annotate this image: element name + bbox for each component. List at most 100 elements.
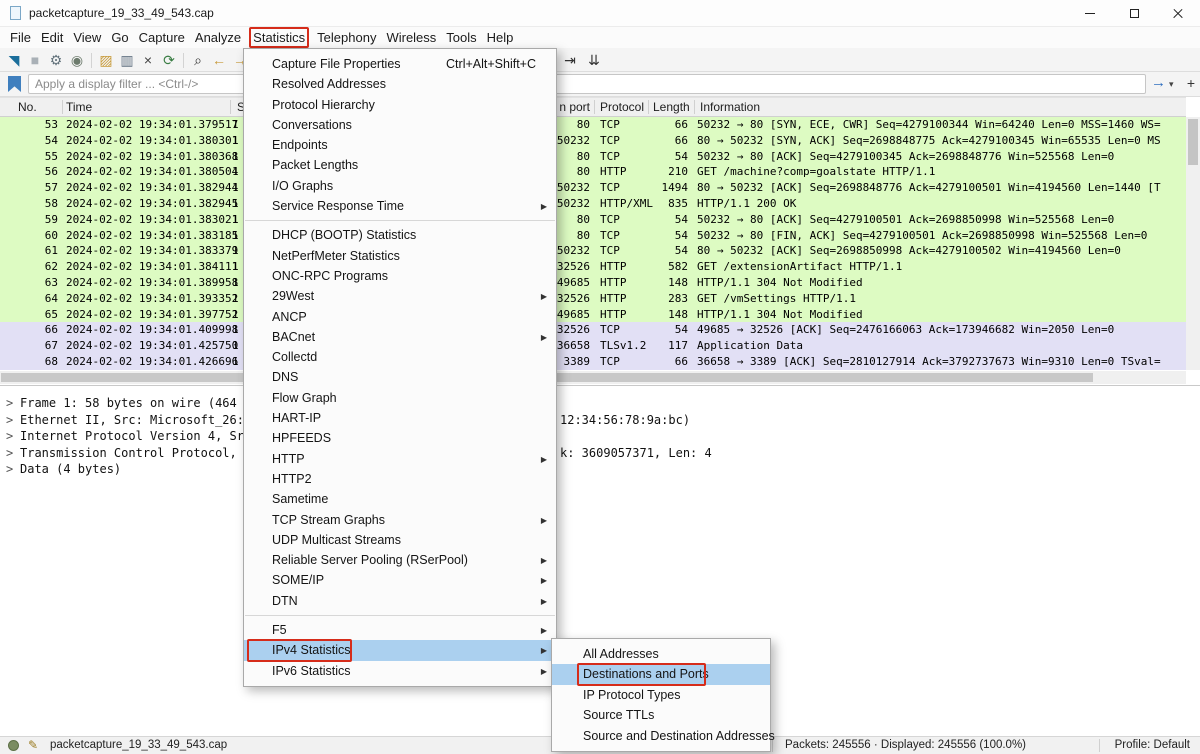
- display-filter-input[interactable]: [28, 74, 1146, 94]
- menubar-item-view[interactable]: View: [71, 29, 103, 46]
- save-capture-icon[interactable]: ▥: [117, 50, 137, 70]
- column-header-time[interactable]: Time: [66, 98, 92, 117]
- packet-row-63[interactable]: 632024-02-02 19:34:01.389958149685HTTP14…: [0, 275, 1186, 291]
- previous-packet-icon[interactable]: ←: [209, 50, 229, 70]
- packet-row-57[interactable]: 572024-02-02 19:34:01.382944150232TCP149…: [0, 180, 1186, 196]
- detail-line[interactable]: >Internet Protocol Version 4, Src:: [0, 428, 1200, 445]
- auto-scroll-icon[interactable]: ⇊: [584, 50, 604, 70]
- expand-icon[interactable]: >: [6, 461, 20, 478]
- menu-item-29west[interactable]: 29West▶: [244, 286, 556, 306]
- expand-icon[interactable]: >: [6, 445, 20, 462]
- menu-item-dtn[interactable]: DTN▶: [244, 591, 556, 611]
- menu-item-dns[interactable]: DNS: [244, 367, 556, 387]
- menubar-item-capture[interactable]: Capture: [137, 29, 187, 46]
- column-header-information[interactable]: Information: [700, 98, 760, 117]
- vertical-scrollbar[interactable]: [1186, 117, 1200, 370]
- menu-item-ipv4-statistics[interactable]: IPv4 Statistics▶: [244, 640, 556, 660]
- menu-item-udp-multicast-streams[interactable]: UDP Multicast Streams: [244, 530, 556, 550]
- menu-item-hpfeeds[interactable]: HPFEEDS: [244, 428, 556, 448]
- close-button[interactable]: [1156, 0, 1200, 27]
- vertical-scrollbar-thumb[interactable]: [1188, 119, 1198, 165]
- packet-row-61[interactable]: 612024-02-02 19:34:01.383379150232TCP548…: [0, 243, 1186, 259]
- menubar-item-statistics[interactable]: Statistics: [249, 27, 309, 48]
- filter-bookmark-icon[interactable]: [8, 76, 21, 92]
- menu-item-ip-protocol-types[interactable]: IP Protocol Types: [552, 685, 770, 705]
- menu-item-f5[interactable]: F5▶: [244, 620, 556, 640]
- packet-row-65[interactable]: 652024-02-02 19:34:01.397752149685HTTP14…: [0, 307, 1186, 323]
- menu-item-resolved-addresses[interactable]: Resolved Addresses: [244, 74, 556, 94]
- packet-row-55[interactable]: 552024-02-02 19:34:01.380368180TCP545023…: [0, 149, 1186, 165]
- capture-restart-icon[interactable]: ◉: [67, 50, 87, 70]
- menu-item-onc-rpc-programs[interactable]: ONC-RPC Programs: [244, 266, 556, 286]
- packet-row-60[interactable]: 602024-02-02 19:34:01.383185180TCP545023…: [0, 228, 1186, 244]
- menu-item-ancp[interactable]: ANCP: [244, 307, 556, 327]
- menu-item-tcp-stream-graphs[interactable]: TCP Stream Graphs▶: [244, 510, 556, 530]
- capture-start-icon[interactable]: ◥: [4, 50, 24, 70]
- menu-item-endpoints[interactable]: Endpoints: [244, 135, 556, 155]
- column-header-protocol[interactable]: Protocol: [600, 98, 644, 117]
- horizontal-scrollbar[interactable]: [0, 371, 1186, 384]
- packet-row-62[interactable]: 622024-02-02 19:34:01.384111132526HTTP58…: [0, 259, 1186, 275]
- open-capture-icon[interactable]: ▨: [96, 50, 116, 70]
- menu-item-reliable-server-pooling-rserpool[interactable]: Reliable Server Pooling (RSerPool)▶: [244, 550, 556, 570]
- packet-row-56[interactable]: 562024-02-02 19:34:01.380504180HTTP210GE…: [0, 164, 1186, 180]
- menu-item-protocol-hierarchy[interactable]: Protocol Hierarchy: [244, 95, 556, 115]
- menubar-item-go[interactable]: Go: [109, 29, 130, 46]
- menu-item-dhcp-bootp-statistics[interactable]: DHCP (BOOTP) Statistics: [244, 225, 556, 245]
- packet-row-67[interactable]: 672024-02-02 19:34:01.425750136658TLSv1.…: [0, 338, 1186, 354]
- menu-item-collectd[interactable]: Collectd: [244, 347, 556, 367]
- maximize-button[interactable]: [1112, 0, 1156, 27]
- detail-line[interactable]: >Data (4 bytes): [0, 461, 1200, 478]
- status-profile[interactable]: Profile: Default: [1115, 739, 1190, 751]
- packet-row-59[interactable]: 592024-02-02 19:34:01.383021180TCP545023…: [0, 212, 1186, 228]
- menu-item-http2[interactable]: HTTP2: [244, 469, 556, 489]
- menubar-item-file[interactable]: File: [8, 29, 33, 46]
- menubar-item-tools[interactable]: Tools: [444, 29, 478, 46]
- packet-row-58[interactable]: 582024-02-02 19:34:01.382945150232HTTP/X…: [0, 196, 1186, 212]
- menu-item-flow-graph[interactable]: Flow Graph: [244, 388, 556, 408]
- packet-row-68[interactable]: 682024-02-02 19:34:01.42669613389TCP6636…: [0, 354, 1186, 370]
- apply-filter-icon[interactable]: →: [1151, 74, 1166, 91]
- menubar-item-edit[interactable]: Edit: [39, 29, 65, 46]
- menu-item-source-ttls[interactable]: Source TTLs: [552, 705, 770, 725]
- packet-row-54[interactable]: 542024-02-02 19:34:01.380301150232TCP668…: [0, 133, 1186, 149]
- detail-line[interactable]: >Frame 1: 58 bytes on wire (464 bi: [0, 395, 1200, 412]
- menu-item-service-response-time[interactable]: Service Response Time▶: [244, 196, 556, 216]
- capture-options-icon[interactable]: ⚙: [46, 50, 66, 70]
- expand-icon[interactable]: >: [6, 412, 20, 429]
- menu-item-conversations[interactable]: Conversations: [244, 115, 556, 135]
- capture-comment-icon[interactable]: ✎: [28, 738, 38, 752]
- minimize-button[interactable]: [1068, 0, 1112, 27]
- reload-capture-icon[interactable]: ⟳: [159, 50, 179, 70]
- menubar-item-analyze[interactable]: Analyze: [193, 29, 243, 46]
- expand-icon[interactable]: >: [6, 395, 20, 412]
- find-packet-icon[interactable]: ⌕: [188, 50, 208, 70]
- menu-item-destinations-and-ports[interactable]: Destinations and Ports: [552, 664, 770, 684]
- menu-item-packet-lengths[interactable]: Packet Lengths: [244, 155, 556, 175]
- close-capture-icon[interactable]: ×: [138, 50, 158, 70]
- menu-item-source-and-destination-addresses[interactable]: Source and Destination Addresses: [552, 726, 770, 746]
- menu-item-some-ip[interactable]: SOME/IP▶: [244, 570, 556, 590]
- menu-item-sametime[interactable]: Sametime: [244, 489, 556, 509]
- capture-stop-icon[interactable]: ■: [25, 50, 45, 70]
- packet-row-53[interactable]: 532024-02-02 19:34:01.379517180TCP665023…: [0, 117, 1186, 133]
- expand-icon[interactable]: >: [6, 428, 20, 445]
- packet-row-66[interactable]: 662024-02-02 19:34:01.409998132526TCP544…: [0, 322, 1186, 338]
- menu-item-capture-file-properties[interactable]: Capture File PropertiesCtrl+Alt+Shift+C: [244, 54, 556, 74]
- filter-dropdown-caret-icon[interactable]: ▾: [1169, 79, 1174, 90]
- add-filter-button[interactable]: +: [1184, 75, 1198, 92]
- packet-row-64[interactable]: 642024-02-02 19:34:01.393352132526HTTP28…: [0, 291, 1186, 307]
- menu-item-hart-ip[interactable]: HART-IP: [244, 408, 556, 428]
- menu-item-http[interactable]: HTTP▶: [244, 449, 556, 469]
- menubar-item-wireless[interactable]: Wireless: [384, 29, 438, 46]
- menubar-item-telephony[interactable]: Telephony: [315, 29, 378, 46]
- go-to-packet-icon[interactable]: ⇥: [560, 50, 580, 70]
- column-header-length[interactable]: Length: [653, 98, 690, 117]
- menu-item-i-o-graphs[interactable]: I/O Graphs: [244, 176, 556, 196]
- menu-item-bacnet[interactable]: BACnet▶: [244, 327, 556, 347]
- menu-item-all-addresses[interactable]: All Addresses: [552, 644, 770, 664]
- expert-info-icon[interactable]: [8, 740, 19, 751]
- menu-item-netperfmeter-statistics[interactable]: NetPerfMeter Statistics: [244, 246, 556, 266]
- menubar-item-help[interactable]: Help: [485, 29, 516, 46]
- menu-item-ipv6-statistics[interactable]: IPv6 Statistics▶: [244, 661, 556, 681]
